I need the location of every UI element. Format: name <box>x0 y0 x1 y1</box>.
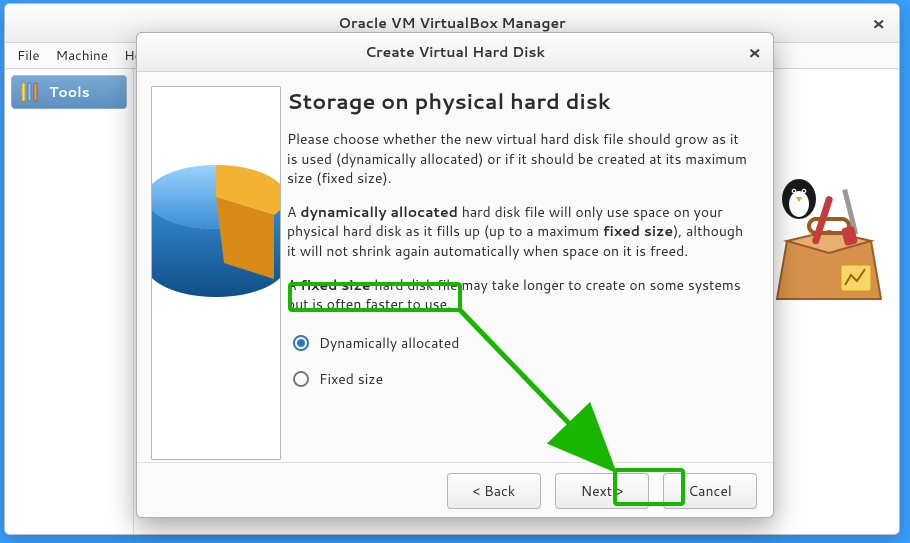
radio-dot-icon <box>293 371 309 387</box>
cancel-button[interactable]: Cancel <box>663 473 757 509</box>
wizard-image-pane <box>137 72 283 462</box>
dialog-title: Create Virtual Hard Disk <box>365 42 545 62</box>
wizard-paragraph-3: A fixed size hard disk file may take lon… <box>287 276 751 315</box>
outer-close-icon[interactable]: × <box>872 14 885 32</box>
wizard-paragraph-2: A dynamically allocated hard disk file w… <box>287 203 751 262</box>
dialog-close-icon[interactable]: × <box>748 43 761 61</box>
sidebar-item-tools[interactable]: Tools <box>11 75 127 109</box>
wizard-text-pane: Storage on physical hard disk Please cho… <box>283 72 773 462</box>
create-virtual-hard-disk-dialog: Create Virtual Hard Disk × <box>136 32 774 518</box>
radio-dynamically-allocated[interactable]: Dynamically allocated <box>287 329 465 357</box>
wizard-heading: Storage on physical hard disk <box>287 86 751 116</box>
dialog-titlebar: Create Virtual Hard Disk × <box>137 33 773 72</box>
radio-label: Dynamically allocated <box>319 333 459 353</box>
wizard-disk-illustration <box>151 86 281 460</box>
next-button[interactable]: Next > <box>555 473 649 509</box>
menu-machine[interactable]: Machine <box>56 46 108 65</box>
back-button[interactable]: < Back <box>447 473 541 509</box>
dialog-body: Storage on physical hard disk Please cho… <box>137 72 773 462</box>
menu-file[interactable]: File <box>17 46 40 65</box>
radio-fixed-size[interactable]: Fixed size <box>287 365 389 393</box>
radio-dot-icon <box>293 335 309 351</box>
wizard-paragraph-1: Please choose whether the new virtual ha… <box>287 130 751 189</box>
sidebar: Tools <box>5 69 134 535</box>
storage-type-radio-group: Dynamically allocated Fixed size <box>287 329 751 393</box>
sidebar-item-label: Tools <box>49 82 90 102</box>
toolbox-illustration <box>769 169 889 324</box>
radio-label: Fixed size <box>319 369 383 389</box>
dialog-footer: < Back Next > Cancel <box>137 462 773 518</box>
outer-window-title: Oracle VM VirtualBox Manager <box>338 13 565 33</box>
tools-icon <box>19 81 41 103</box>
